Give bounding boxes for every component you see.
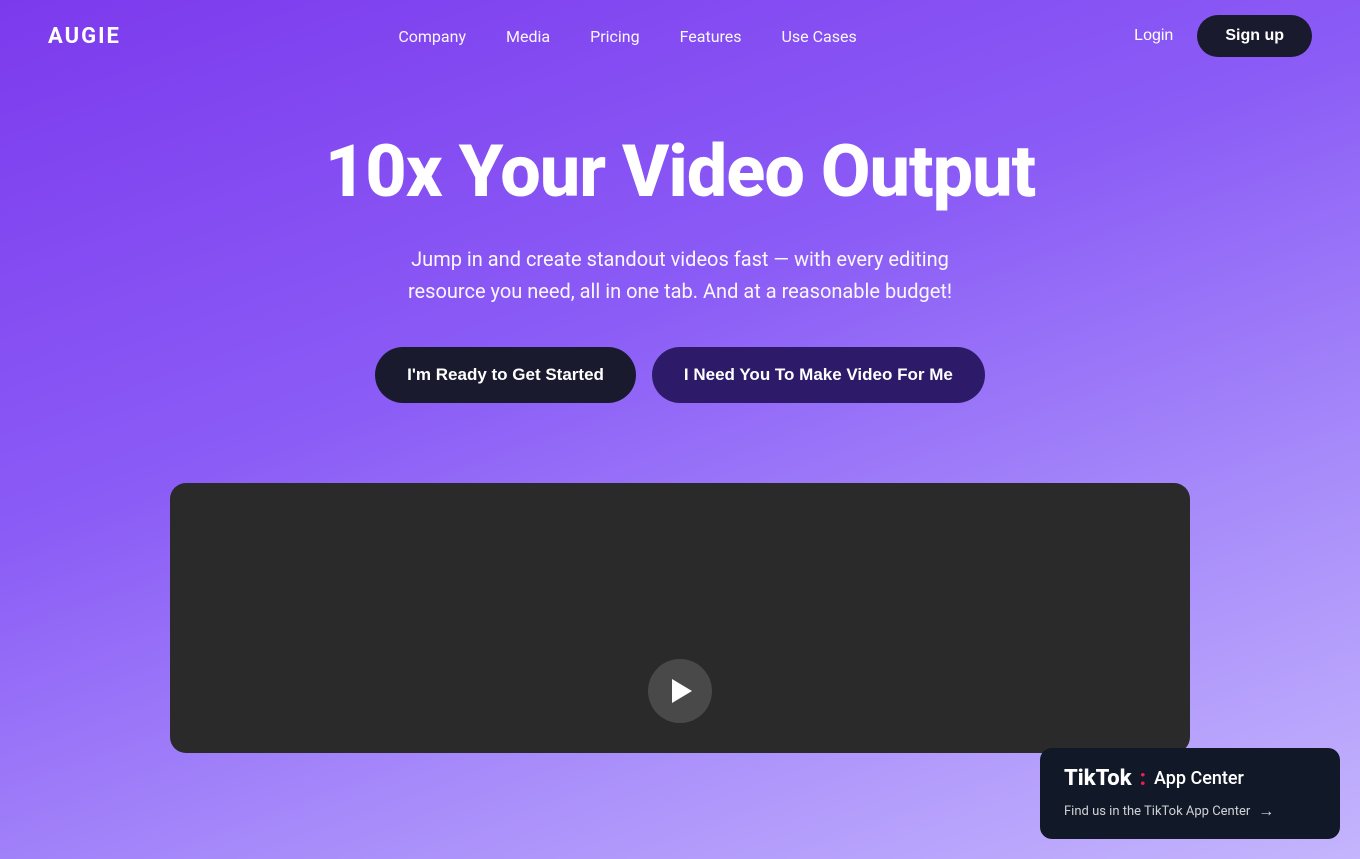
nav-media[interactable]: Media [506, 27, 550, 46]
play-icon[interactable] [648, 659, 712, 723]
signup-button[interactable]: Sign up [1197, 15, 1312, 57]
tiktok-colon: : [1140, 766, 1146, 791]
tiktok-arrow-icon: → [1258, 801, 1274, 821]
logo[interactable]: AUGiE [48, 24, 121, 49]
nav-features[interactable]: Features [680, 27, 742, 46]
nav-company[interactable]: Company [398, 27, 466, 46]
nav-pricing[interactable]: Pricing [590, 27, 640, 46]
nav-links: Company Media Pricing Features Use Cases [398, 27, 856, 46]
hero-buttons: I'm Ready to Get Started I Need You To M… [20, 347, 1340, 403]
tiktok-badge: TikTok : App Center Find us in the TikTo… [1040, 748, 1340, 839]
hero-section: 10x Your Video Output Jump in and create… [0, 72, 1360, 443]
tiktok-link[interactable]: Find us in the TikTok App Center → [1064, 801, 1316, 821]
tiktok-logo: TikTok [1064, 766, 1132, 791]
hero-title: 10x Your Video Output [20, 132, 1340, 211]
video-section [150, 483, 1210, 753]
tiktok-app-center-label: App Center [1154, 768, 1244, 789]
nav-use-cases[interactable]: Use Cases [782, 27, 857, 46]
login-button[interactable]: Login [1134, 27, 1173, 45]
tiktok-link-text: Find us in the TikTok App Center [1064, 804, 1250, 819]
get-started-button[interactable]: I'm Ready to Get Started [375, 347, 636, 403]
hero-subtitle: Jump in and create standout videos fast … [390, 243, 970, 307]
tiktok-header: TikTok : App Center [1064, 766, 1316, 791]
nav-actions: Login Sign up [1134, 15, 1312, 57]
video-container[interactable] [170, 483, 1190, 753]
make-video-button[interactable]: I Need You To Make Video For Me [652, 347, 985, 403]
navbar: AUGiE Company Media Pricing Features Use… [0, 0, 1360, 72]
